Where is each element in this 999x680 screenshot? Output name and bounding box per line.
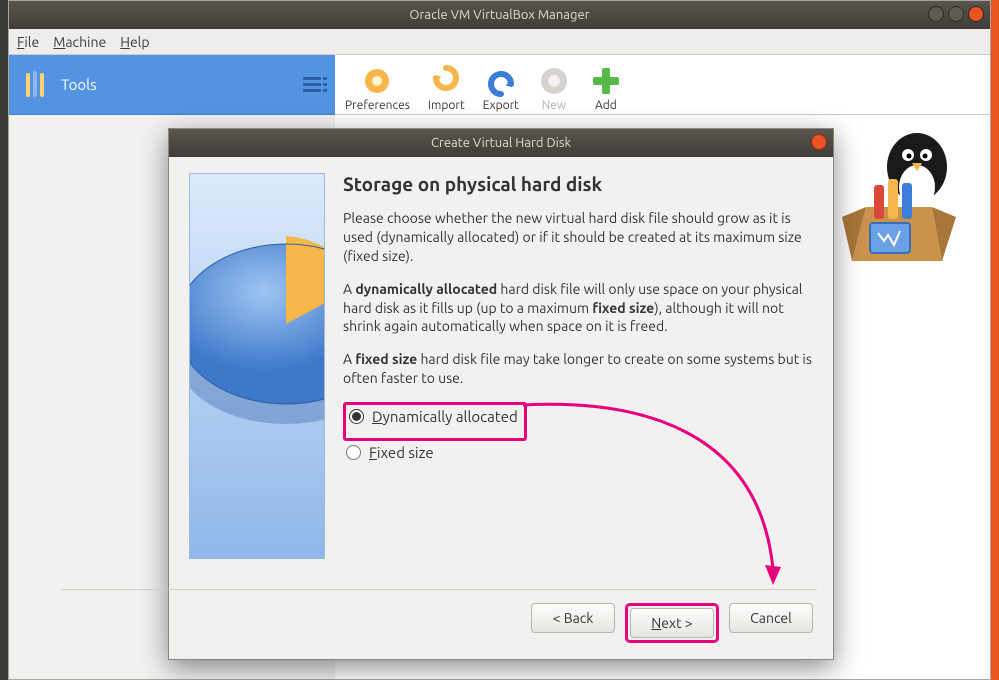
dialog-paragraph-2: A dynamically allocated hard disk file w… xyxy=(343,280,813,337)
tools-icon xyxy=(23,69,51,101)
dialog-title-text: Create Virtual Hard Disk xyxy=(431,136,571,150)
radio-fixed-size[interactable]: Fixed size xyxy=(343,441,813,464)
add-button[interactable]: Add xyxy=(589,64,623,112)
main-toolbar: Preferences Import Export New Add xyxy=(335,55,990,115)
tools-pane[interactable]: Tools xyxy=(9,55,335,115)
close-icon[interactable] xyxy=(968,6,984,22)
import-button[interactable]: Import xyxy=(428,64,465,112)
plus-icon xyxy=(589,64,623,98)
annotation-highlight-next: Next > xyxy=(625,603,719,643)
dialog-titlebar: Create Virtual Hard Disk xyxy=(169,129,833,157)
radio-dynamic-input[interactable] xyxy=(349,409,364,424)
tools-hamburger-icon[interactable] xyxy=(303,77,321,92)
export-button[interactable]: Export xyxy=(483,64,519,112)
import-icon xyxy=(429,64,463,98)
radio-fixed-input[interactable] xyxy=(346,445,361,460)
next-button[interactable]: Next > xyxy=(630,608,714,638)
maximize-icon[interactable] xyxy=(948,6,964,22)
dialog-close-icon[interactable] xyxy=(811,134,827,150)
new-icon xyxy=(537,64,571,98)
gear-icon xyxy=(360,64,394,98)
minimize-icon[interactable] xyxy=(928,6,944,22)
dialog-button-row: < Back Next > Cancel xyxy=(531,603,813,643)
annotation-highlight-radio: Dynamically allocated xyxy=(343,402,527,441)
create-virtual-hard-disk-dialog: Create Virtual Hard Disk Storage on phys… xyxy=(168,128,834,660)
radio-dynamically-allocated[interactable]: Dynamically allocated xyxy=(346,405,524,428)
dialog-paragraph-1: Please choose whether the new virtual ha… xyxy=(343,209,813,266)
dialog-paragraph-3: A fixed size hard disk file may take lon… xyxy=(343,350,813,388)
cancel-button[interactable]: Cancel xyxy=(729,603,813,633)
dialog-side-image xyxy=(189,173,325,559)
main-title-text: Oracle VM VirtualBox Manager xyxy=(409,8,589,22)
tools-label: Tools xyxy=(61,76,97,93)
export-icon xyxy=(484,64,518,98)
menubar: File Machine Help xyxy=(9,29,990,55)
menu-machine[interactable]: Machine xyxy=(53,34,106,50)
main-titlebar: Oracle VM VirtualBox Manager xyxy=(9,1,990,29)
new-button: New xyxy=(537,64,571,112)
menu-file[interactable]: File xyxy=(17,34,39,50)
mascot-image xyxy=(822,121,972,275)
dialog-heading: Storage on physical hard disk xyxy=(343,173,813,195)
dialog-content: Storage on physical hard disk Please cho… xyxy=(343,173,813,597)
preferences-button[interactable]: Preferences xyxy=(345,64,410,112)
back-button[interactable]: < Back xyxy=(531,603,615,633)
menu-help[interactable]: Help xyxy=(120,34,149,50)
